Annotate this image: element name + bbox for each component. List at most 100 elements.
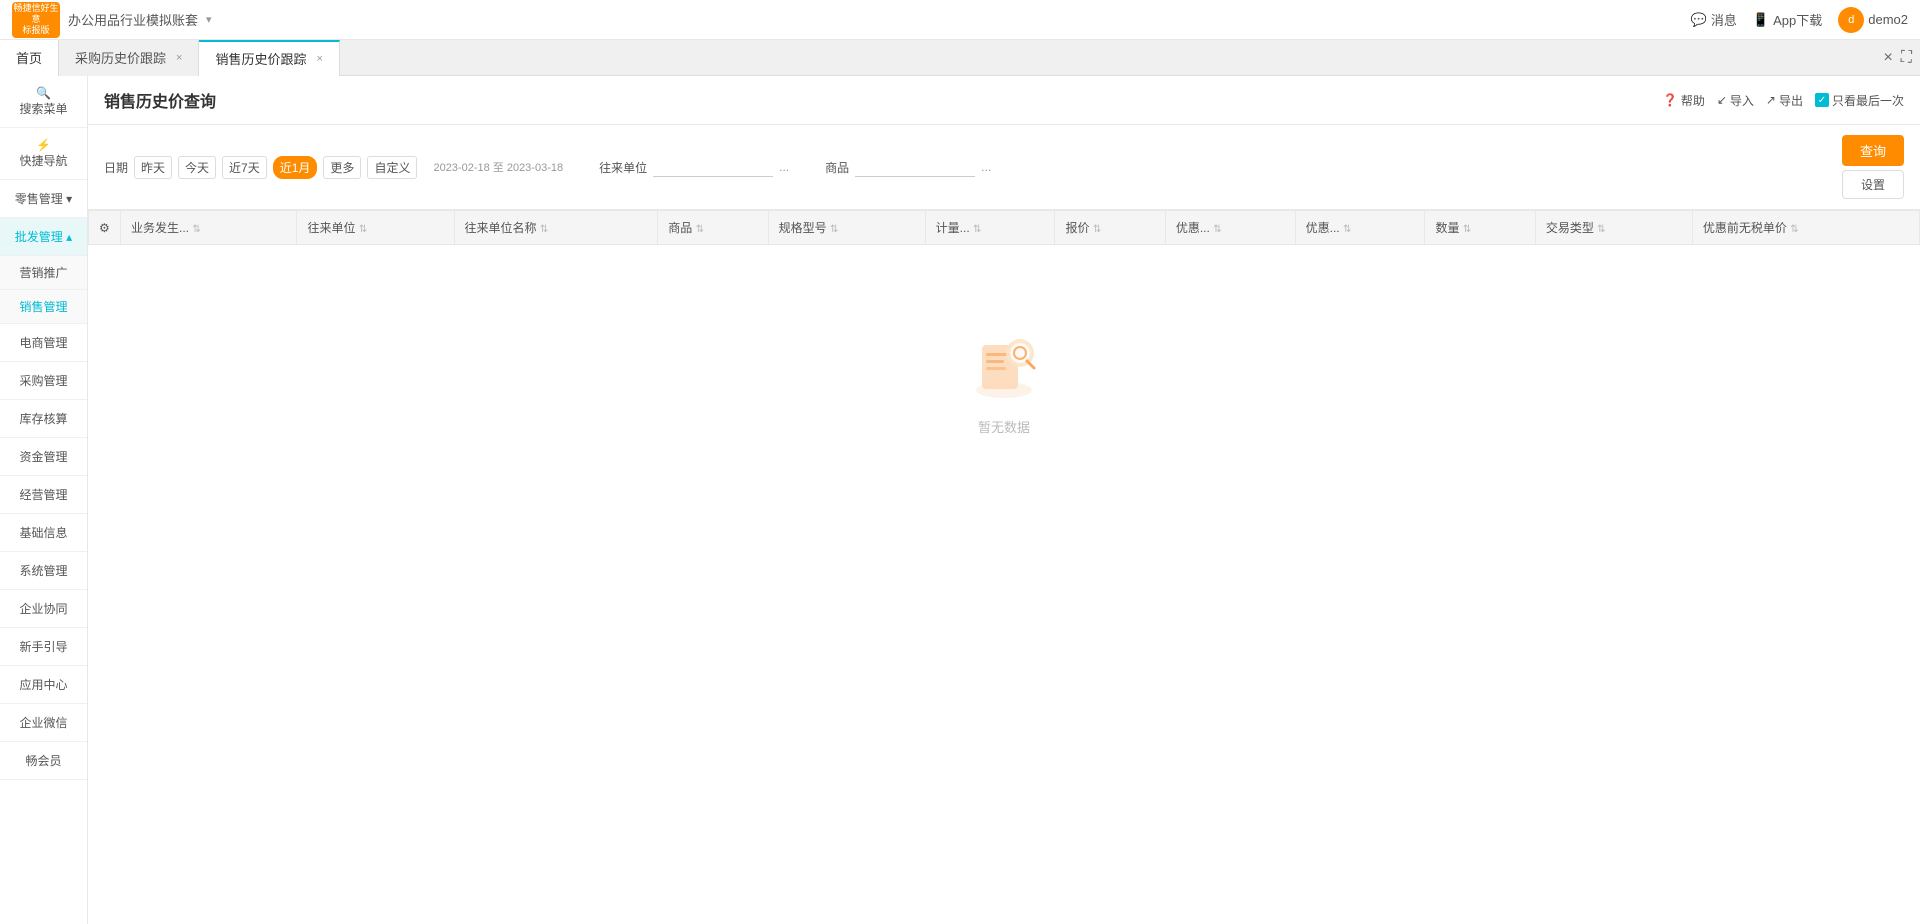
sidebar-item-member[interactable]: 畅会员 bbox=[0, 742, 87, 780]
sidebar-item-quicknav[interactable]: ⚡ 快捷导航 bbox=[0, 128, 87, 180]
sidebar-label-wholesale: 批发管理 bbox=[15, 230, 63, 244]
th-qty-label: 数量 bbox=[1435, 221, 1459, 235]
goods-dots-btn[interactable]: ... bbox=[981, 160, 991, 174]
th-discount2[interactable]: 优惠... ⇅ bbox=[1295, 211, 1425, 245]
th-pretax-price[interactable]: 优惠前无税单价 ⇅ bbox=[1692, 211, 1919, 245]
th-trade-type[interactable]: 交易类型 ⇅ bbox=[1535, 211, 1692, 245]
sidebar-item-basic[interactable]: 基础信息 bbox=[0, 514, 87, 552]
th-settings[interactable]: ⚙ bbox=[89, 211, 121, 245]
sidebar-item-sales-mgmt[interactable]: 销售管理 bbox=[0, 290, 87, 324]
sidebar-label-ecommerce: 电商管理 bbox=[19, 336, 67, 350]
sidebar-item-appstore[interactable]: 应用中心 bbox=[0, 666, 87, 704]
sort-trade-type-icon[interactable]: ⇅ bbox=[1597, 224, 1605, 235]
sort-biz-date-icon[interactable]: ⇅ bbox=[192, 224, 200, 235]
help-btn[interactable]: ❓ 帮助 bbox=[1663, 92, 1705, 109]
only-last-checkbox[interactable]: ✓ 只看最后一次 bbox=[1815, 92, 1904, 109]
retail-chevron-icon: ▾ bbox=[66, 192, 72, 206]
fullscreen-btn[interactable]: ⛶ bbox=[1901, 49, 1912, 67]
goods-filter-input[interactable] bbox=[855, 158, 975, 177]
import-btn[interactable]: ↙ 导入 bbox=[1717, 92, 1754, 109]
page-header-actions: ❓ 帮助 ↙ 导入 ↗ 导出 ✓ 只看最后一次 bbox=[1663, 92, 1904, 121]
th-discount1-label: 优惠... bbox=[1176, 221, 1210, 235]
tab-sales-close-icon[interactable]: × bbox=[316, 53, 322, 65]
tabbar: 首页 采购历史价跟踪 × 销售历史价跟踪 × × ⛶ bbox=[0, 40, 1920, 76]
sort-qty-icon[interactable]: ⇅ bbox=[1463, 224, 1471, 235]
sidebar-label-enterprise: 企业协同 bbox=[19, 602, 67, 616]
search-icon: 🔍 bbox=[36, 86, 51, 100]
sidebar-item-search[interactable]: 🔍 搜索菜单 bbox=[0, 76, 87, 128]
app-download-label: App下载 bbox=[1773, 10, 1822, 29]
tab-sales[interactable]: 销售历史价跟踪 × bbox=[199, 40, 339, 76]
tab-home[interactable]: 首页 bbox=[0, 40, 59, 76]
sidebar-label-basic: 基础信息 bbox=[19, 526, 67, 540]
th-spec[interactable]: 规格型号 ⇅ bbox=[768, 211, 925, 245]
user-menu[interactable]: d demo2 bbox=[1838, 7, 1908, 33]
sidebar-item-inventory[interactable]: 库存核算 bbox=[0, 400, 87, 438]
partner-filter-label: 往来单位 bbox=[599, 159, 647, 176]
th-quote[interactable]: 报价 ⇅ bbox=[1055, 211, 1165, 245]
sort-partner-name-icon[interactable]: ⇅ bbox=[540, 224, 548, 235]
close-all-tabs-btn[interactable]: × bbox=[1883, 49, 1892, 67]
th-goods[interactable]: 商品 ⇅ bbox=[658, 211, 768, 245]
sort-pretax-price-icon[interactable]: ⇅ bbox=[1790, 224, 1798, 235]
tab-purchase-close-icon[interactable]: × bbox=[176, 52, 182, 64]
sidebar-item-system[interactable]: 系统管理 bbox=[0, 552, 87, 590]
message-btn[interactable]: 💬 消息 bbox=[1691, 10, 1737, 29]
sidebar-item-wholesale[interactable]: 批发管理 ▴ bbox=[0, 218, 87, 256]
sidebar-label-marketing: 营销推广 bbox=[19, 266, 67, 280]
sort-quote-icon[interactable]: ⇅ bbox=[1093, 224, 1101, 235]
partner-filter-input[interactable] bbox=[653, 158, 773, 177]
sidebar-item-finance[interactable]: 资金管理 bbox=[0, 438, 87, 476]
checkbox-icon: ✓ bbox=[1815, 93, 1829, 107]
help-icon: ❓ bbox=[1663, 93, 1678, 107]
page-title: 销售历史价查询 bbox=[104, 88, 216, 124]
th-partner-name-label: 往来单位名称 bbox=[465, 221, 537, 235]
date-btn-yesterday[interactable]: 昨天 bbox=[134, 156, 172, 179]
query-btn[interactable]: 查询 bbox=[1842, 135, 1904, 166]
date-btn-custom[interactable]: 自定义 bbox=[367, 156, 417, 179]
date-btn-today[interactable]: 今天 bbox=[178, 156, 216, 179]
sidebar-item-retail[interactable]: 零售管理 ▾ bbox=[0, 180, 87, 218]
th-unit[interactable]: 计量... ⇅ bbox=[925, 211, 1055, 245]
partner-filter-group: 往来单位 ... bbox=[599, 158, 789, 177]
sort-discount1-icon[interactable]: ⇅ bbox=[1213, 224, 1221, 235]
sidebar-item-enterprise[interactable]: 企业协同 bbox=[0, 590, 87, 628]
sidebar-item-ecommerce[interactable]: 电商管理 bbox=[0, 324, 87, 362]
goods-filter-label: 商品 bbox=[825, 159, 849, 176]
app-download-btn[interactable]: 📱 App下载 bbox=[1753, 10, 1822, 29]
export-btn[interactable]: ↗ 导出 bbox=[1766, 92, 1803, 109]
sidebar-item-purchase[interactable]: 采购管理 bbox=[0, 362, 87, 400]
sort-spec-icon[interactable]: ⇅ bbox=[830, 224, 838, 235]
date-btn-7days[interactable]: 近7天 bbox=[222, 156, 267, 179]
sidebar-label-retail: 零售管理 bbox=[15, 192, 63, 206]
th-partner-code[interactable]: 往来单位 ⇅ bbox=[297, 211, 454, 245]
sidebar-item-wxwork[interactable]: 企业微信 bbox=[0, 704, 87, 742]
sidebar-item-guide[interactable]: 新手引导 bbox=[0, 628, 87, 666]
message-label: 消息 bbox=[1711, 10, 1737, 29]
date-btn-more[interactable]: 更多 bbox=[323, 156, 361, 179]
partner-dots-btn[interactable]: ... bbox=[779, 160, 789, 174]
app-title[interactable]: 办公用品行业模拟账套 bbox=[68, 10, 198, 29]
th-discount1[interactable]: 优惠... ⇅ bbox=[1165, 211, 1295, 245]
th-partner-name[interactable]: 往来单位名称 ⇅ bbox=[454, 211, 658, 245]
th-pretax-price-label: 优惠前无税单价 bbox=[1703, 221, 1787, 235]
tab-home-label: 首页 bbox=[16, 48, 42, 67]
date-filter-group: 日期 昨天 今天 近7天 近1月 更多 自定义 bbox=[104, 156, 417, 179]
app-selector-chevron-icon[interactable]: ▾ bbox=[206, 13, 212, 26]
filter-right-actions: 查询 设置 bbox=[1842, 135, 1904, 199]
sort-unit-icon[interactable]: ⇅ bbox=[973, 224, 981, 235]
sort-goods-icon[interactable]: ⇅ bbox=[696, 224, 704, 235]
th-qty[interactable]: 数量 ⇅ bbox=[1425, 211, 1535, 245]
th-biz-date[interactable]: 业务发生... ⇅ bbox=[121, 211, 297, 245]
th-biz-date-label: 业务发生... bbox=[131, 221, 189, 235]
sort-partner-code-icon[interactable]: ⇅ bbox=[359, 224, 367, 235]
date-btn-1month[interactable]: 近1月 bbox=[273, 156, 318, 179]
sidebar-item-operation[interactable]: 经营管理 bbox=[0, 476, 87, 514]
tab-purchase[interactable]: 采购历史价跟踪 × bbox=[59, 40, 199, 76]
sort-discount2-icon[interactable]: ⇅ bbox=[1343, 224, 1351, 235]
avatar: d bbox=[1838, 7, 1864, 33]
table-area: ⚙ 业务发生... ⇅ 往来单位 ⇅ 往来单位名称 ⇅ bbox=[88, 210, 1920, 924]
settings-btn[interactable]: 设置 bbox=[1842, 170, 1904, 199]
sidebar: 🔍 搜索菜单 ⚡ 快捷导航 零售管理 ▾ 批发管理 ▴ 营销推广 销售管理 电商… bbox=[0, 76, 88, 924]
sidebar-item-marketing[interactable]: 营销推广 bbox=[0, 256, 87, 290]
